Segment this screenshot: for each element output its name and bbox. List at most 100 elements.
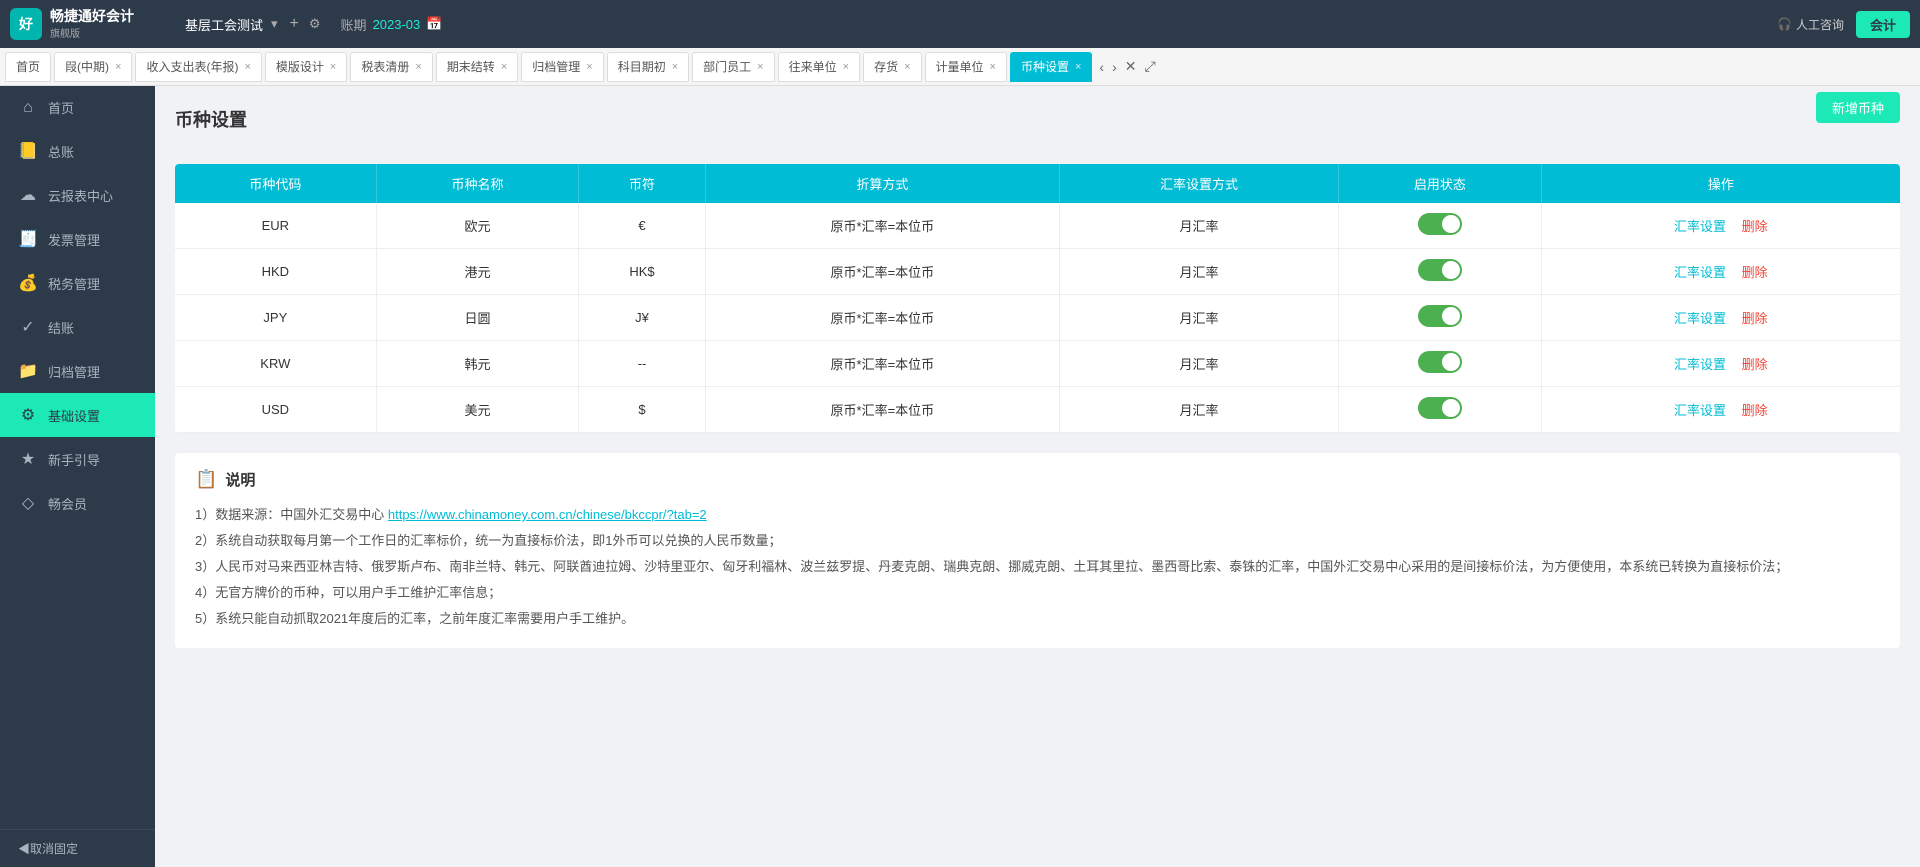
- new-currency-button[interactable]: 新增币种: [1816, 92, 1900, 123]
- logo-area: 好 畅捷通好会计 旗舰版: [10, 8, 165, 40]
- tab-close-kemuqi[interactable]: ×: [672, 61, 678, 73]
- tab-close-cunhuo[interactable]: ×: [904, 61, 910, 73]
- sidebar-item-reports[interactable]: ☁ 云报表中心: [0, 173, 155, 217]
- delete-link[interactable]: 删除: [1742, 311, 1768, 326]
- tab-close-all-button[interactable]: ✕: [1121, 58, 1141, 75]
- tab-close-wanglai[interactable]: ×: [843, 61, 849, 73]
- top-right: 🎧 人工咨询 会计: [1777, 11, 1910, 38]
- ledger-icon: 📒: [18, 141, 38, 161]
- toggle-switch[interactable]: [1418, 305, 1462, 327]
- cell-toggle[interactable]: [1339, 387, 1542, 433]
- tab-close-jiliang[interactable]: ×: [990, 61, 996, 73]
- tab-close-shouru[interactable]: ×: [244, 61, 250, 73]
- project-name: 基层工会测试: [185, 15, 263, 34]
- tab-nav-next[interactable]: ›: [1108, 59, 1121, 75]
- logo-icon: 好: [10, 8, 42, 40]
- archive-icon: 📁: [18, 361, 38, 381]
- sidebar-item-home[interactable]: ⌂ 首页: [0, 86, 155, 129]
- service-button[interactable]: 🎧 人工咨询: [1777, 16, 1844, 33]
- table-row: EUR 欧元 € 原币*汇率=本位币 月汇率 汇率设置 删除: [175, 203, 1900, 249]
- sidebar-item-guide[interactable]: ★ 新手引导: [0, 437, 155, 481]
- checkout-icon: ✓: [18, 317, 38, 337]
- col-status: 启用状态: [1339, 164, 1542, 203]
- toggle-switch[interactable]: [1418, 397, 1462, 419]
- project-add-icon[interactable]: +: [290, 15, 299, 33]
- tab-bizhong[interactable]: 币种设置 ×: [1010, 52, 1092, 82]
- toggle-knob: [1442, 215, 1460, 233]
- tab-qimo[interactable]: 期末结转 ×: [436, 52, 518, 82]
- sidebar-pin-button[interactable]: ◀取消固定: [0, 829, 155, 867]
- tab-nav-prev[interactable]: ‹: [1095, 59, 1108, 75]
- period-calendar-icon[interactable]: 📅: [426, 16, 442, 32]
- home-icon: ⌂: [18, 99, 38, 117]
- cell-actions: 汇率设置 删除: [1541, 203, 1900, 249]
- member-icon: ◇: [18, 493, 38, 513]
- table-row: USD 美元 $ 原币*汇率=本位币 月汇率 汇率设置 删除: [175, 387, 1900, 433]
- sidebar: ⌂ 首页 📒 总账 ☁ 云报表中心 🧾 发票管理 💰 税务管理 ✓ 结账: [0, 86, 155, 867]
- tab-close-zhongqi[interactable]: ×: [115, 61, 121, 73]
- cell-toggle[interactable]: [1339, 341, 1542, 387]
- delete-link[interactable]: 删除: [1742, 219, 1768, 234]
- delete-link[interactable]: 删除: [1742, 357, 1768, 372]
- period-value: 2023-03: [373, 17, 421, 32]
- cell-code: USD: [175, 387, 376, 433]
- toggle-switch[interactable]: [1418, 259, 1462, 281]
- rate-setting-link[interactable]: 汇率设置: [1674, 357, 1726, 372]
- tab-close-shuibiao[interactable]: ×: [415, 61, 421, 73]
- cell-symbol: HK$: [579, 249, 705, 295]
- toggle-switch[interactable]: [1418, 213, 1462, 235]
- project-dropdown-icon[interactable]: ▾: [271, 16, 278, 32]
- rate-setting-link[interactable]: 汇率设置: [1674, 265, 1726, 280]
- sidebar-item-tax[interactable]: 💰 税务管理: [0, 261, 155, 305]
- col-name: 币种名称: [376, 164, 579, 203]
- sidebar-item-ledger[interactable]: 📒 总账: [0, 129, 155, 173]
- sidebar-item-invoice[interactable]: 🧾 发票管理: [0, 217, 155, 261]
- sidebar-item-checkout[interactable]: ✓ 结账: [0, 305, 155, 349]
- toggle-knob: [1442, 399, 1460, 417]
- tab-guidang[interactable]: 归档管理 ×: [521, 52, 603, 82]
- logo-sub: 旗舰版: [50, 25, 134, 40]
- cell-name: 韩元: [376, 341, 579, 387]
- tab-home[interactable]: 首页: [5, 52, 51, 82]
- notes-content: 1）数据来源：中国外汇交易中心 https://www.chinamoney.c…: [195, 502, 1880, 632]
- project-setting-icon[interactable]: ⚙: [309, 16, 321, 32]
- settings-icon: ⚙: [18, 405, 38, 425]
- tab-close-qimo[interactable]: ×: [501, 61, 507, 73]
- cell-symbol: J¥: [579, 295, 705, 341]
- cell-toggle[interactable]: [1339, 295, 1542, 341]
- cell-rate-method: 月汇率: [1060, 341, 1339, 387]
- tab-bumen[interactable]: 部门员工 ×: [692, 52, 774, 82]
- cell-toggle[interactable]: [1339, 249, 1542, 295]
- tab-expand-button[interactable]: ⤢: [1141, 58, 1160, 75]
- table-row: JPY 日圆 J¥ 原币*汇率=本位币 月汇率 汇率设置 删除: [175, 295, 1900, 341]
- cell-calc: 原币*汇率=本位币: [705, 249, 1059, 295]
- tab-kemuqi[interactable]: 科目期初 ×: [607, 52, 689, 82]
- col-action: 操作: [1541, 164, 1900, 203]
- tab-jiliang[interactable]: 计量单位 ×: [925, 52, 1007, 82]
- delete-link[interactable]: 删除: [1742, 265, 1768, 280]
- rate-setting-link[interactable]: 汇率设置: [1674, 311, 1726, 326]
- cloud-icon: ☁: [18, 185, 38, 205]
- tab-zhongqi[interactable]: 叚(中期) ×: [54, 52, 132, 82]
- logo-text: 畅捷通好会计: [50, 8, 134, 25]
- tab-shuibiao[interactable]: 税表清册 ×: [350, 52, 432, 82]
- cell-actions: 汇率设置 删除: [1541, 295, 1900, 341]
- tab-cunhuo[interactable]: 存货 ×: [863, 52, 921, 82]
- sidebar-item-member[interactable]: ◇ 畅会员: [0, 481, 155, 525]
- rate-setting-link[interactable]: 汇率设置: [1674, 403, 1726, 418]
- sidebar-item-archive[interactable]: 📁 归档管理: [0, 349, 155, 393]
- rate-setting-link[interactable]: 汇率设置: [1674, 219, 1726, 234]
- tab-close-bizhong[interactable]: ×: [1075, 61, 1081, 73]
- notes-link[interactable]: https://www.chinamoney.com.cn/chinese/bk…: [388, 507, 707, 522]
- tab-shouru[interactable]: 收入支出表(年报) ×: [135, 52, 261, 82]
- toggle-switch[interactable]: [1418, 351, 1462, 373]
- tab-wanglai[interactable]: 往来单位 ×: [778, 52, 860, 82]
- tab-close-bumen[interactable]: ×: [757, 61, 763, 73]
- tab-close-muban[interactable]: ×: [330, 61, 336, 73]
- delete-link[interactable]: 删除: [1742, 403, 1768, 418]
- cell-toggle[interactable]: [1339, 203, 1542, 249]
- sidebar-item-basic[interactable]: ⚙ 基础设置: [0, 393, 155, 437]
- tab-muban[interactable]: 模版设计 ×: [265, 52, 347, 82]
- account-button[interactable]: 会计: [1856, 11, 1910, 38]
- tab-close-guidang[interactable]: ×: [586, 61, 592, 73]
